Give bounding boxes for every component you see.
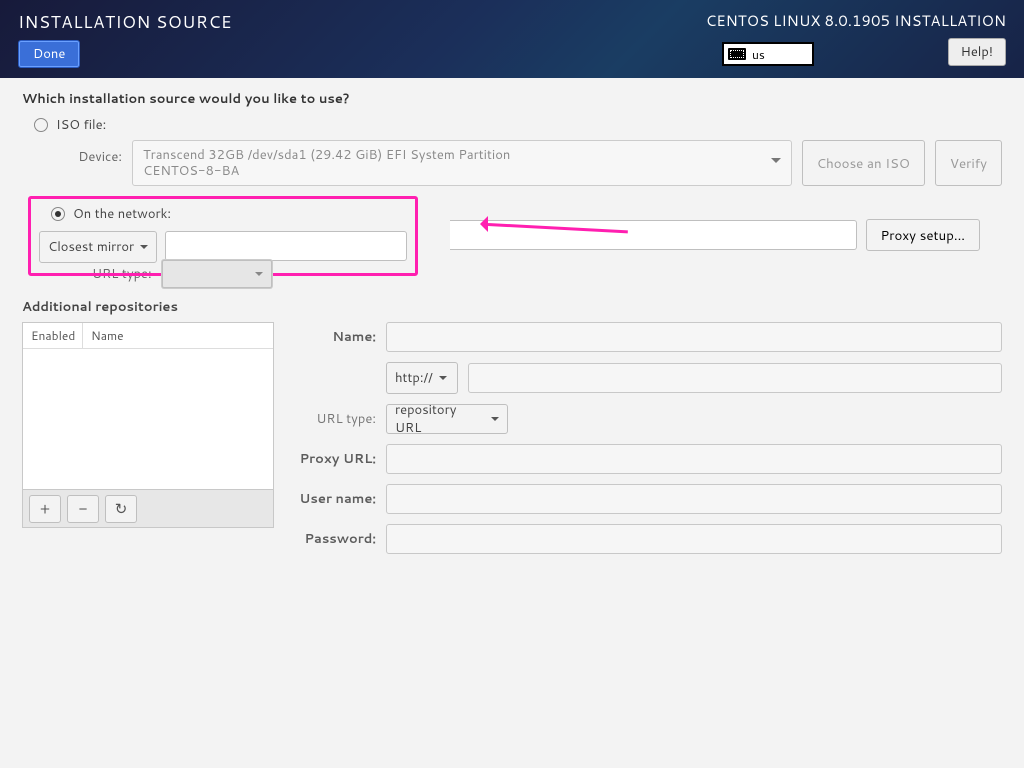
iso-option-row: ISO file: <box>22 116 1002 134</box>
repo-name-row: Name: <box>294 322 1002 352</box>
network-area: On the network: Closest mirror Proxy set… <box>22 186 1002 254</box>
add-repo-button[interactable]: + <box>29 495 61 523</box>
mirror-dropdown[interactable]: Closest mirror <box>39 231 157 263</box>
network-option-row: On the network: <box>39 205 407 223</box>
repo-proxy-label: Proxy URL: <box>294 450 376 468</box>
refresh-repo-button[interactable]: ↻ <box>105 495 137 523</box>
repo-table[interactable]: Enabled Name <box>22 322 274 490</box>
repo-user-input[interactable] <box>386 484 1002 514</box>
device-value-line2: CENTOS-8-BA <box>143 163 763 179</box>
repo-url-row: http:// <box>294 362 1002 394</box>
network-label: On the network: <box>73 205 171 223</box>
col-name: Name <box>83 323 273 348</box>
iso-label: ISO file: <box>56 116 106 134</box>
header: INSTALLATION SOURCE CENTOS LINUX 8.0.190… <box>0 0 1024 78</box>
keyboard-icon <box>728 48 746 60</box>
repo-protocol-dropdown[interactable]: http:// <box>386 362 458 394</box>
keyboard-layout-label: us <box>752 46 765 63</box>
url-type-row: URL type: <box>92 260 1002 288</box>
chevron-down-icon <box>255 272 263 280</box>
repo-urltype-row: URL type: repository URL <box>294 404 1002 434</box>
repo-pass-input[interactable] <box>386 524 1002 554</box>
repo-name-label: Name: <box>294 328 376 346</box>
network-url-input[interactable] <box>165 231 407 261</box>
arrow-head-icon <box>472 216 488 232</box>
repo-area: Enabled Name + − ↻ Name: http:// <box>22 322 1002 564</box>
repo-urltype-value: repository URL <box>395 401 485 437</box>
repo-proxy-row: Proxy URL: <box>294 444 1002 474</box>
repo-user-label: User name: <box>294 490 376 508</box>
url-type-dropdown[interactable] <box>162 260 272 288</box>
annotation-arrow <box>472 216 628 232</box>
chevron-down-icon <box>140 245 148 253</box>
verify-button[interactable]: Verify <box>935 140 1002 186</box>
chevron-down-icon <box>439 376 447 384</box>
repo-urltype-dropdown[interactable]: repository URL <box>386 404 508 434</box>
repo-proxy-input[interactable] <box>386 444 1002 474</box>
repo-protocol-label: http:// <box>395 369 433 387</box>
chevron-down-icon <box>491 417 499 425</box>
repo-table-header: Enabled Name <box>23 323 273 349</box>
keyboard-layout-selector[interactable]: us <box>722 42 814 66</box>
product-title: CENTOS LINUX 8.0.1905 INSTALLATION <box>706 10 1006 31</box>
device-combo[interactable]: Transcend 32GB /dev/sda1 (29.42 GiB) EFI… <box>132 140 792 186</box>
mirror-dropdown-label: Closest mirror <box>48 238 134 256</box>
repo-url-input[interactable] <box>468 363 1002 393</box>
done-button[interactable]: Done <box>18 40 80 68</box>
repo-pass-label: Password: <box>294 530 376 548</box>
choose-iso-button[interactable]: Choose an ISO <box>802 140 925 186</box>
col-enabled: Enabled <box>23 323 83 348</box>
iso-radio[interactable] <box>34 118 48 132</box>
network-url-row: Closest mirror <box>39 231 407 263</box>
repo-user-row: User name: <box>294 484 1002 514</box>
repo-pass-row: Password: <box>294 524 1002 554</box>
repo-urltype-label: URL type: <box>294 410 376 428</box>
remove-repo-button[interactable]: − <box>67 495 99 523</box>
chevron-down-icon <box>771 158 781 168</box>
additional-repos-heading: Additional repositories <box>22 298 1002 316</box>
repo-toolbar: + − ↻ <box>22 490 274 528</box>
arrow-line <box>488 223 628 233</box>
source-question: Which installation source would you like… <box>22 90 1002 108</box>
repo-name-input[interactable] <box>386 322 1002 352</box>
device-label: Device: <box>70 140 122 186</box>
device-row: Device: Transcend 32GB /dev/sda1 (29.42 … <box>70 140 1002 186</box>
repo-form: Name: http:// URL type: repository URL <box>294 322 1002 564</box>
repo-table-panel: Enabled Name + − ↻ <box>22 322 274 564</box>
proxy-setup-button[interactable]: Proxy setup... <box>866 219 980 251</box>
content: Which installation source would you like… <box>0 78 1024 576</box>
device-value-line1: Transcend 32GB /dev/sda1 (29.42 GiB) EFI… <box>143 147 763 163</box>
help-button[interactable]: Help! <box>948 38 1006 66</box>
network-radio[interactable] <box>51 207 65 221</box>
